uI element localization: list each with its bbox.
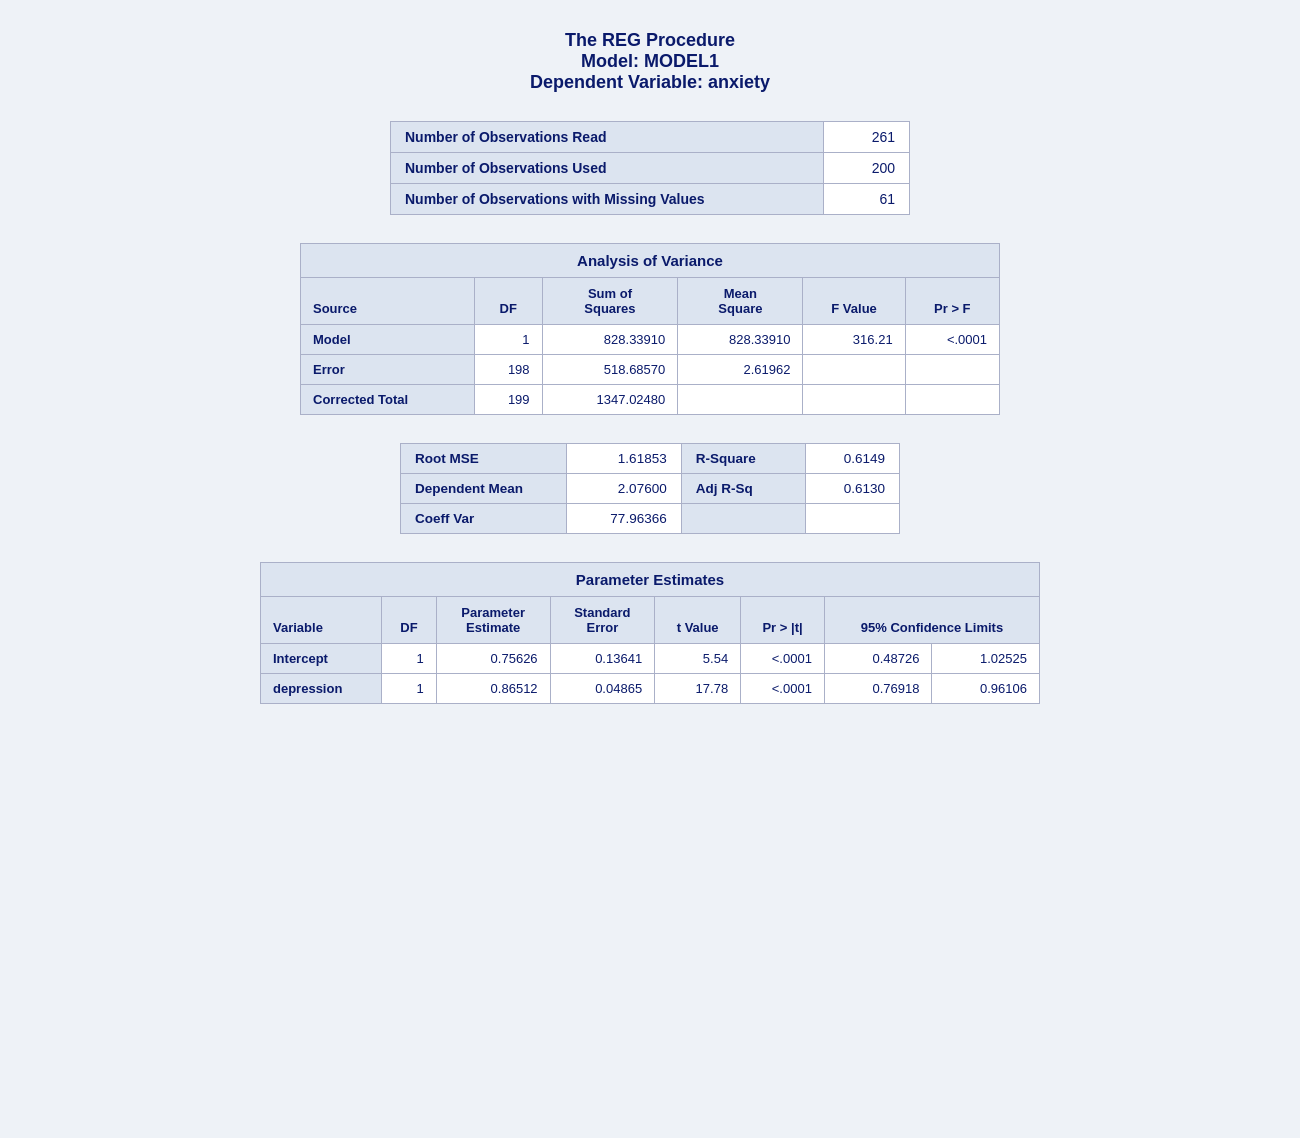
- fit-label2: Adj R-Sq: [681, 474, 806, 504]
- param-col-cl: 95% Confidence Limits: [824, 597, 1039, 644]
- param-row-intercept: Intercept 1 0.75626 0.13641 5.54 <.0001 …: [261, 644, 1040, 674]
- param-intercept-stderr: 0.13641: [550, 644, 655, 674]
- anova-error-fvalue: [803, 355, 905, 385]
- param-col-prt: Pr > |t|: [741, 597, 825, 644]
- anova-model-meansq: 828.33910: [678, 325, 803, 355]
- param-depression-variable: depression: [261, 674, 382, 704]
- fit-label1: Coeff Var: [401, 504, 567, 534]
- param-depression-cl-lower: 0.76918: [824, 674, 932, 704]
- anova-model-df: 1: [474, 325, 542, 355]
- param-row-depression: depression 1 0.86512 0.04865 17.78 <.000…: [261, 674, 1040, 704]
- anova-table: Analysis of Variance Source DF Sum ofSqu…: [300, 243, 1000, 415]
- param-col-variable: Variable: [261, 597, 382, 644]
- obs-label: Number of Observations with Missing Valu…: [391, 184, 824, 215]
- param-intercept-variable: Intercept: [261, 644, 382, 674]
- param-col-df: DF: [382, 597, 436, 644]
- param-estimates-table: Parameter Estimates Variable DF Paramete…: [260, 562, 1040, 704]
- fit-stats-table: Root MSE 1.61853 R-Square 0.6149 Depende…: [400, 443, 900, 534]
- obs-row: Number of Observations Used 200: [391, 153, 910, 184]
- anova-model-sumsq: 828.33910: [542, 325, 678, 355]
- anova-row-model: Model 1 828.33910 828.33910 316.21 <.000…: [301, 325, 1000, 355]
- anova-model-source: Model: [301, 325, 475, 355]
- param-intercept-cl-upper: 1.02525: [932, 644, 1040, 674]
- anova-corrected-fvalue: [803, 385, 905, 415]
- fit-val1: 1.61853: [567, 444, 681, 474]
- anova-corrected-prf: [905, 385, 999, 415]
- anova-row-error: Error 198 518.68570 2.61962: [301, 355, 1000, 385]
- anova-col-sumsq: Sum ofSquares: [542, 278, 678, 325]
- obs-label: Number of Observations Used: [391, 153, 824, 184]
- param-title: Parameter Estimates: [261, 563, 1040, 597]
- anova-error-df: 198: [474, 355, 542, 385]
- fit-val1: 77.96366: [567, 504, 681, 534]
- param-depression-stderr: 0.04865: [550, 674, 655, 704]
- param-title-row: Parameter Estimates: [261, 563, 1040, 597]
- param-depression-cl-upper: 0.96106: [932, 674, 1040, 704]
- param-intercept-prt: <.0001: [741, 644, 825, 674]
- anova-error-prf: [905, 355, 999, 385]
- anova-title: Analysis of Variance: [301, 244, 1000, 278]
- report-title-line2: Model: MODEL1: [530, 51, 770, 72]
- param-depression-tvalue: 17.78: [655, 674, 741, 704]
- obs-row: Number of Observations with Missing Valu…: [391, 184, 910, 215]
- anova-title-row: Analysis of Variance: [301, 244, 1000, 278]
- anova-corrected-df: 199: [474, 385, 542, 415]
- anova-error-source: Error: [301, 355, 475, 385]
- anova-col-source: Source: [301, 278, 475, 325]
- anova-corrected-meansq: [678, 385, 803, 415]
- report-title-line3: Dependent Variable: anxiety: [530, 72, 770, 93]
- fit-label2: [681, 504, 806, 534]
- obs-label: Number of Observations Read: [391, 122, 824, 153]
- anova-error-meansq: 2.61962: [678, 355, 803, 385]
- anova-model-fvalue: 316.21: [803, 325, 905, 355]
- param-intercept-tvalue: 5.54: [655, 644, 741, 674]
- param-col-estimate: ParameterEstimate: [436, 597, 550, 644]
- param-col-tvalue: t Value: [655, 597, 741, 644]
- fit-row: Dependent Mean 2.07600 Adj R-Sq 0.6130: [401, 474, 900, 504]
- fit-row: Root MSE 1.61853 R-Square 0.6149: [401, 444, 900, 474]
- param-intercept-estimate: 0.75626: [436, 644, 550, 674]
- anova-col-prf: Pr > F: [905, 278, 999, 325]
- obs-value: 61: [823, 184, 910, 215]
- report-header: The REG Procedure Model: MODEL1 Dependen…: [530, 30, 770, 93]
- param-depression-df: 1: [382, 674, 436, 704]
- anova-col-df: DF: [474, 278, 542, 325]
- fit-val2: [806, 504, 900, 534]
- param-col-stderr: StandardError: [550, 597, 655, 644]
- anova-corrected-source: Corrected Total: [301, 385, 475, 415]
- anova-row-corrected-total: Corrected Total 199 1347.02480: [301, 385, 1000, 415]
- anova-col-header: Source DF Sum ofSquares MeanSquare F Val…: [301, 278, 1000, 325]
- anova-model-prf: <.0001: [905, 325, 999, 355]
- fit-row: Coeff Var 77.96366: [401, 504, 900, 534]
- fit-val2: 0.6149: [806, 444, 900, 474]
- param-intercept-cl-lower: 0.48726: [824, 644, 932, 674]
- param-intercept-df: 1: [382, 644, 436, 674]
- fit-val2: 0.6130: [806, 474, 900, 504]
- report-title-line1: The REG Procedure: [530, 30, 770, 51]
- param-col-header: Variable DF ParameterEstimate StandardEr…: [261, 597, 1040, 644]
- obs-value: 261: [823, 122, 910, 153]
- page-container: The REG Procedure Model: MODEL1 Dependen…: [200, 30, 1100, 1108]
- fit-label1: Dependent Mean: [401, 474, 567, 504]
- anova-error-sumsq: 518.68570: [542, 355, 678, 385]
- fit-val1: 2.07600: [567, 474, 681, 504]
- fit-label2: R-Square: [681, 444, 806, 474]
- anova-col-meansq: MeanSquare: [678, 278, 803, 325]
- obs-row: Number of Observations Read 261: [391, 122, 910, 153]
- obs-value: 200: [823, 153, 910, 184]
- fit-label1: Root MSE: [401, 444, 567, 474]
- param-depression-estimate: 0.86512: [436, 674, 550, 704]
- anova-col-fvalue: F Value: [803, 278, 905, 325]
- observations-table: Number of Observations Read 261 Number o…: [390, 121, 910, 215]
- param-depression-prt: <.0001: [741, 674, 825, 704]
- anova-corrected-sumsq: 1347.02480: [542, 385, 678, 415]
